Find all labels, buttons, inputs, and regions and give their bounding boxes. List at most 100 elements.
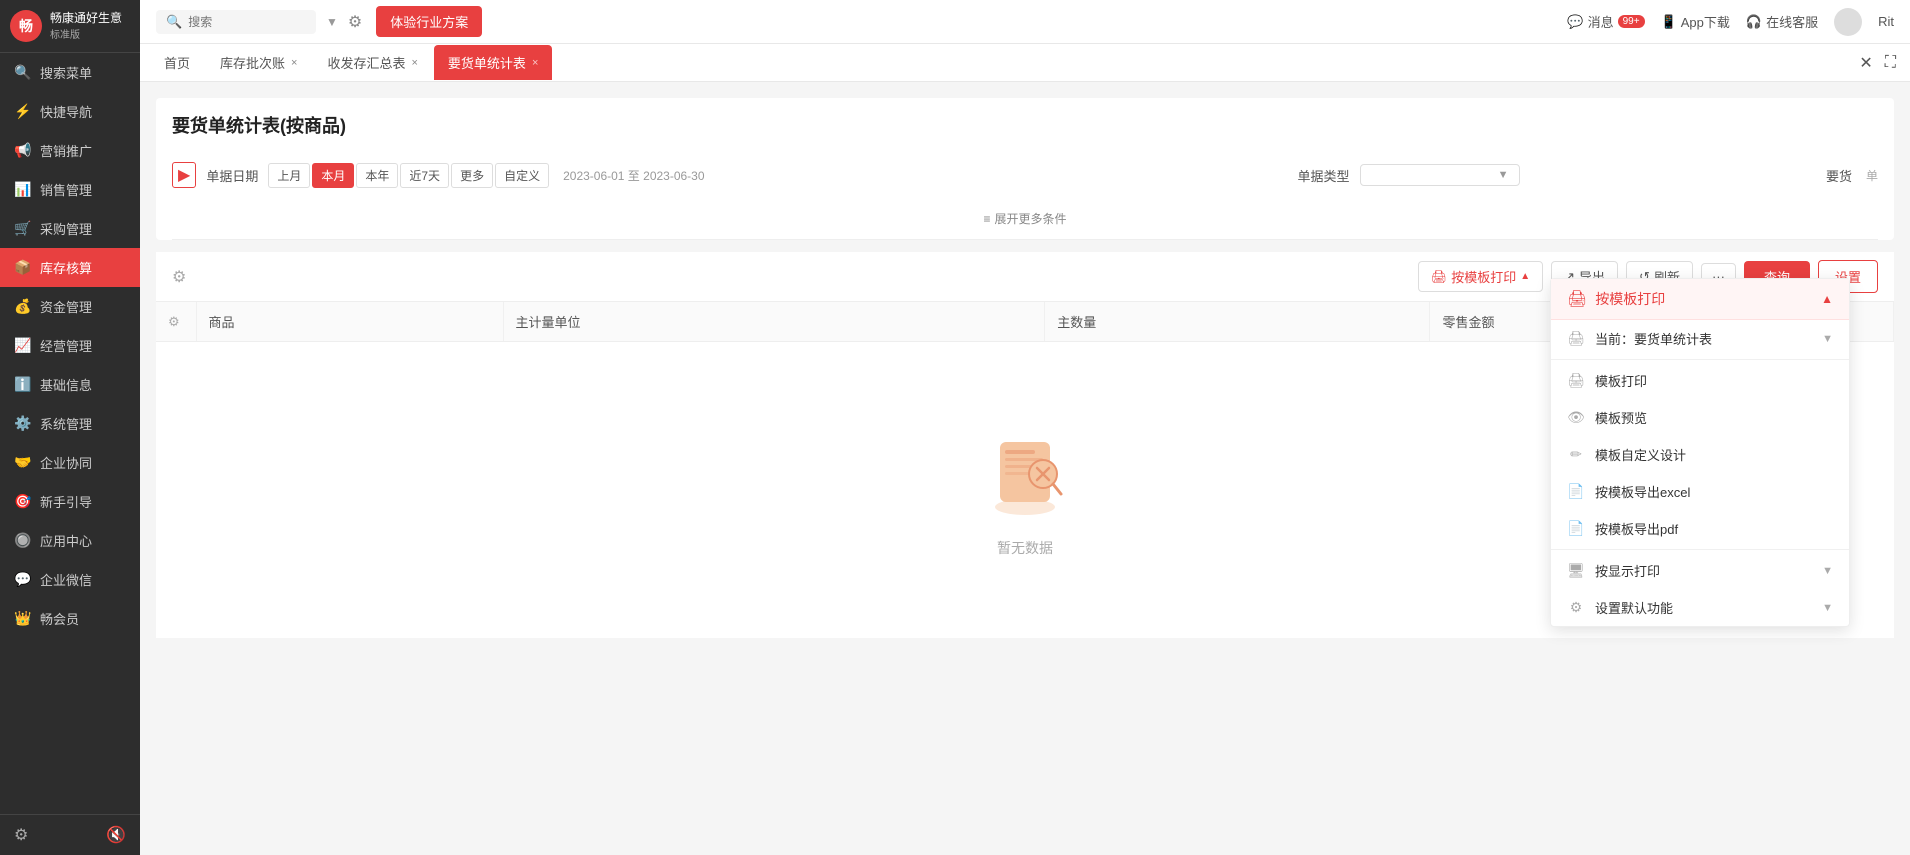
yh-label: 要货 xyxy=(1826,166,1852,185)
sidebar-item-member[interactable]: 👑 畅会员 xyxy=(0,599,140,638)
expand-more-button[interactable]: ≡ 展开更多条件 xyxy=(971,206,1078,231)
empty-state-text: 暂无数据 xyxy=(997,538,1053,558)
sidebar-item-label: 系统管理 xyxy=(40,414,92,433)
yh-hint: 单 xyxy=(1866,167,1878,184)
app-download-action[interactable]: 📱 App下载 xyxy=(1661,12,1730,31)
tab-close-all-button[interactable]: ✕ xyxy=(1855,49,1876,77)
cooperation-icon: 🤝 xyxy=(14,454,32,471)
sidebar-item-finance[interactable]: 💰 资金管理 xyxy=(0,287,140,326)
display-print-label: 按显示打印 xyxy=(1595,561,1660,580)
dropdown-title: 按模板打印 xyxy=(1595,289,1665,309)
sidebar-item-guide[interactable]: 🎯 新手引导 xyxy=(0,482,140,521)
date-filter-label: 单据日期 xyxy=(206,166,258,185)
topbar-gear-icon[interactable]: ⚙ xyxy=(348,12,362,32)
operations-icon: 📈 xyxy=(14,337,32,354)
expand-more-row: ≡ 展开更多条件 xyxy=(172,198,1878,240)
dropdown-item-template-preview[interactable]: 👁 模板预览 xyxy=(1551,399,1849,436)
dropdown-item-template-print[interactable]: 🖨 模板打印 xyxy=(1551,362,1849,399)
col-unit-header: 主计量单位 xyxy=(503,302,1045,342)
col-product-header: 商品 xyxy=(196,302,503,342)
sidebar-item-enterprise-wechat[interactable]: 💬 企业微信 xyxy=(0,560,140,599)
mute-footer-icon[interactable]: 🔇 xyxy=(106,825,126,845)
date-btn-7days[interactable]: 近7天 xyxy=(400,163,449,188)
date-btn-prev[interactable]: 上月 xyxy=(268,163,310,188)
template-print-button[interactable]: 🖨 按模板打印 ▲ xyxy=(1418,261,1543,292)
sidebar-item-label: 营销推广 xyxy=(40,141,92,160)
tab-home-label: 首页 xyxy=(164,53,190,72)
date-btn-current[interactable]: 本月 xyxy=(312,163,354,188)
search-input[interactable] xyxy=(188,15,308,29)
username-label[interactable]: Rit xyxy=(1878,14,1894,29)
message-label: 消息 xyxy=(1588,12,1614,31)
dropdown-header[interactable]: 🖨 按模板打印 ▲ xyxy=(1551,279,1849,320)
online-service-action[interactable]: 🎧 在线客服 xyxy=(1746,12,1818,31)
tab-receipt-summary-close[interactable]: × xyxy=(411,57,417,69)
sidebar-item-cooperation[interactable]: 🤝 企业协同 xyxy=(0,443,140,482)
sidebar-footer: ⚙ 🔇 xyxy=(0,814,140,855)
sidebar-item-purchase[interactable]: 🛒 采购管理 xyxy=(0,209,140,248)
set-default-arrow: ▼ xyxy=(1822,602,1833,614)
app-download-icon: 📱 xyxy=(1661,14,1677,30)
order-type-select[interactable]: ▼ xyxy=(1360,164,1520,186)
sidebar-item-label: 销售管理 xyxy=(40,180,92,199)
sidebar-item-operations[interactable]: 📈 经营管理 xyxy=(0,326,140,365)
table-col-settings-icon[interactable]: ⚙ xyxy=(172,267,186,287)
tab-order-stats-close[interactable]: × xyxy=(532,57,538,69)
sidebar-item-sales[interactable]: 📊 销售管理 xyxy=(0,170,140,209)
template-print-item-label: 模板打印 xyxy=(1595,371,1647,390)
tab-home[interactable]: 首页 xyxy=(150,45,204,80)
tab-order-stats[interactable]: 要货单统计表 × xyxy=(434,45,552,80)
inventory-icon: 📦 xyxy=(14,259,32,276)
template-design-item-label: 模板自定义设计 xyxy=(1595,445,1686,464)
tab-inventory-batch[interactable]: 库存批次账 × xyxy=(206,45,311,80)
sidebar-item-marketing[interactable]: 📢 营销推广 xyxy=(0,131,140,170)
dropdown-item-set-default[interactable]: ⚙ 设置默认功能 ▼ xyxy=(1551,589,1849,626)
topbar-search-box[interactable]: 🔍 xyxy=(156,10,316,34)
dropdown-item-export-pdf[interactable]: 📄 按模板导出pdf xyxy=(1551,510,1849,547)
quicknav-icon: ⚡ xyxy=(14,103,32,120)
tab-receipt-summary[interactable]: 收发存汇总表 × xyxy=(313,45,431,80)
sidebar-item-quick-nav[interactable]: ⚡ 快捷导航 xyxy=(0,92,140,131)
dropdown-collapse-icon[interactable]: ▲ xyxy=(1821,292,1833,306)
tab-receipt-summary-label: 收发存汇总表 xyxy=(327,53,405,72)
message-action[interactable]: 💬 消息 99+ xyxy=(1567,12,1644,31)
member-icon: 👑 xyxy=(14,610,32,627)
dropdown-item-display-print[interactable]: 🖥 按显示打印 ▼ xyxy=(1551,552,1849,589)
basic-icon: ℹ️ xyxy=(14,376,32,393)
dropdown-item-template-design[interactable]: ✏ 模板自定义设计 xyxy=(1551,436,1849,473)
set-default-label: 设置默认功能 xyxy=(1595,598,1673,617)
topbar-chevron-icon[interactable]: ▼ xyxy=(326,15,338,29)
service-icon: 🎧 xyxy=(1746,14,1762,30)
col-settings-header: ⚙ xyxy=(156,302,196,342)
export-excel-item-label: 按模板导出excel xyxy=(1595,482,1690,501)
dropdown-item-current[interactable]: 🖨 当前：要货单统计表 ▼ xyxy=(1551,320,1849,357)
experience-industry-button[interactable]: 体验行业方案 xyxy=(376,6,482,37)
template-design-icon: ✏ xyxy=(1567,446,1585,463)
sidebar-item-app-center[interactable]: 🔘 应用中心 xyxy=(0,521,140,560)
brand-name: 畅康通好生意 xyxy=(50,11,122,27)
user-avatar[interactable] xyxy=(1834,8,1862,36)
dropdown-item-export-excel[interactable]: 📄 按模板导出excel xyxy=(1551,473,1849,510)
empty-state-icon xyxy=(975,422,1075,522)
date-btn-custom[interactable]: 自定义 xyxy=(495,163,549,188)
filter-expand-icon[interactable]: ▶ xyxy=(172,162,196,188)
sidebar-item-label: 资金管理 xyxy=(40,297,92,316)
app-download-label: App下载 xyxy=(1681,12,1730,31)
sidebar-item-system[interactable]: ⚙️ 系统管理 xyxy=(0,404,140,443)
settings-footer-icon[interactable]: ⚙ xyxy=(14,825,28,845)
sidebar-nav: 🔍 搜索菜单 ⚡ 快捷导航 📢 营销推广 📊 销售管理 🛒 采购管理 📦 库存核… xyxy=(0,53,140,814)
date-btn-year[interactable]: 本年 xyxy=(356,163,398,188)
date-buttons: 上月 本月 本年 近7天 更多 自定义 xyxy=(268,163,549,188)
sidebar-item-inventory[interactable]: 📦 库存核算 xyxy=(0,248,140,287)
sidebar-item-basic[interactable]: ℹ️ 基础信息 xyxy=(0,365,140,404)
tab-inventory-batch-close[interactable]: × xyxy=(291,57,297,69)
divider-2 xyxy=(1551,549,1849,550)
order-type-label: 单据类型 xyxy=(1297,166,1349,185)
col-settings-icon[interactable]: ⚙ xyxy=(168,314,180,329)
tab-expand-button[interactable]: ⛶ xyxy=(1881,50,1900,76)
sidebar-item-label: 企业协同 xyxy=(40,453,92,472)
sidebar-item-label: 采购管理 xyxy=(40,219,92,238)
sidebar-item-search[interactable]: 🔍 搜索菜单 xyxy=(0,53,140,92)
sidebar-item-label: 快捷导航 xyxy=(40,102,92,121)
date-btn-more[interactable]: 更多 xyxy=(451,163,493,188)
